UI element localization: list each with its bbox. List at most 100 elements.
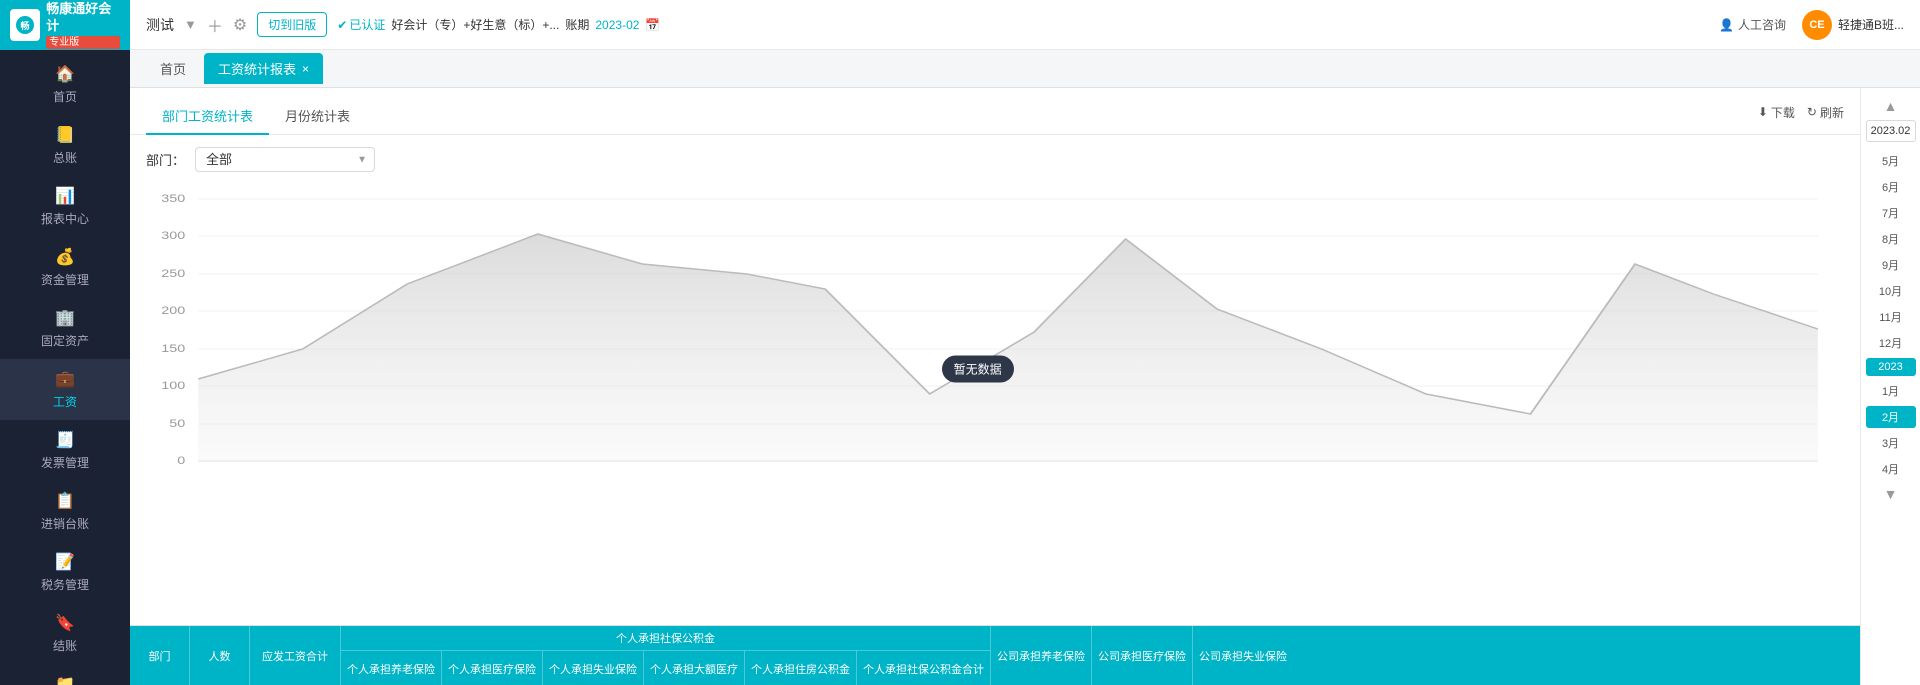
sidebar-label-tax: 税务管理: [41, 576, 89, 593]
svg-text:50: 50: [169, 417, 185, 430]
sidebar-item-settle[interactable]: 🔖 结账: [0, 603, 130, 664]
col-company-medical: 公司承担医疗保险: [1092, 626, 1193, 685]
month-2[interactable]: 2月: [1866, 406, 1916, 428]
month-4[interactable]: 4月: [1866, 458, 1916, 480]
chart-area: 350 300 250 200 150 100 50 0: [130, 184, 1860, 625]
month-12[interactable]: 12月: [1866, 332, 1916, 354]
sidebar-item-invoice[interactable]: 🧾 发票管理: [0, 420, 130, 481]
month-9[interactable]: 9月: [1866, 254, 1916, 276]
sidebar: 畅 畅康通好会计 专业版 🏠 首页 📒 总账 📊 报表中心 💰 资金管理 🏢 固…: [0, 0, 130, 685]
dept-select[interactable]: 全部: [195, 147, 375, 172]
sub-tab-month[interactable]: 月份统计表: [269, 98, 366, 135]
main-area: 测试 ▼ ＋ ⚙ 切到旧版 ✔ 已认证 好会计（专）+好生意（标）+... 账期…: [130, 0, 1920, 685]
ledger-icon: 📒: [55, 125, 75, 145]
sales-icon: 📋: [55, 491, 75, 511]
col-total-wage: 应发工资合计: [250, 626, 341, 685]
reports-icon: 📊: [55, 186, 75, 206]
home-icon: 🏠: [55, 64, 75, 84]
col-group-personal: 个人承担社保公积金 个人承担养老保险 个人承担医疗保险 个人承担失业保险 个人承…: [341, 626, 991, 685]
col-dept: 部门: [130, 626, 190, 685]
calendar-icon[interactable]: 📅: [645, 18, 660, 32]
col-personal-housing: 个人承担住房公积金: [745, 651, 857, 685]
content-area: 部门工资统计表 月份统计表 ⬇ 下载 ↻ 刷新 部门：: [130, 88, 1920, 685]
tab-salary[interactable]: 工资统计报表 ×: [204, 53, 323, 84]
user-avatar: CE: [1802, 10, 1832, 40]
sub-tabs-bar: 部门工资统计表 月份统计表 ⬇ 下载 ↻ 刷新: [130, 88, 1860, 135]
sidebar-item-assets[interactable]: 🏢 固定资产: [0, 298, 130, 359]
sidebar-label-home: 首页: [53, 88, 77, 105]
app-logo: 畅 畅康通好会计 专业版: [0, 0, 130, 50]
sidebar-label-sales: 进销台账: [41, 515, 89, 532]
sidebar-item-sales[interactable]: 📋 进销台账: [0, 481, 130, 542]
refresh-btn[interactable]: ↻ 刷新: [1807, 104, 1844, 121]
month-3[interactable]: 3月: [1866, 432, 1916, 454]
sidebar-item-archive[interactable]: 📁 归档管理: [0, 664, 130, 685]
switch-to-old-btn[interactable]: 切到旧版: [257, 12, 327, 37]
archive-icon: 📁: [55, 674, 75, 685]
table-header: 部门 人数 应发工资合计 个人承担社保公积金 个人承担养老保险 个人承担医疗保险…: [130, 626, 1860, 685]
tab-close-icon[interactable]: ×: [302, 62, 309, 76]
dept-select-wrapper: 全部: [195, 147, 375, 172]
topbar-add-icon[interactable]: ＋: [207, 13, 223, 37]
check-icon: ✔: [337, 18, 347, 32]
sub-tab-dept[interactable]: 部门工资统计表: [146, 98, 269, 135]
sidebar-item-home[interactable]: 🏠 首页: [0, 54, 130, 115]
month-11[interactable]: 11月: [1866, 306, 1916, 328]
tabbar: 首页 工资统计报表 ×: [130, 50, 1920, 88]
period-value: 2023-02: [595, 18, 639, 32]
dept-filter-label: 部门：: [146, 150, 185, 169]
col-personal-pension: 个人承担养老保险: [341, 651, 442, 685]
sidebar-item-salary[interactable]: 💼 工资: [0, 359, 130, 420]
month-6[interactable]: 6月: [1866, 176, 1916, 198]
col-personal-total: 个人承担社保公积金合计: [857, 651, 990, 685]
month-5[interactable]: 5月: [1866, 150, 1916, 172]
col-group-personal-title: 个人承担社保公积金: [341, 626, 990, 651]
topbar-gear-icon[interactable]: ⚙: [233, 15, 247, 35]
svg-text:350: 350: [161, 192, 185, 205]
settle-icon: 🔖: [55, 613, 75, 633]
year-label: 2023.02: [1866, 120, 1916, 142]
sidebar-label-reports: 报表中心: [41, 210, 89, 227]
col-personal-medical: 个人承担医疗保险: [442, 651, 543, 685]
svg-text:畅: 畅: [21, 20, 30, 31]
svg-text:300: 300: [161, 229, 185, 242]
invoice-icon: 🧾: [55, 430, 75, 450]
month-8[interactable]: 8月: [1866, 228, 1916, 250]
download-btn[interactable]: ⬇ 下载: [1758, 104, 1795, 121]
panel-up-btn[interactable]: ▲: [1882, 96, 1900, 116]
funds-icon: 💰: [55, 247, 75, 267]
col-company-unemployment: 公司承担失业保险: [1193, 626, 1293, 685]
logo-main-text: 畅康通好会计: [46, 1, 120, 35]
refresh-icon: ↻: [1807, 105, 1817, 119]
sidebar-label-settle: 结账: [53, 637, 77, 654]
month-1[interactable]: 1月: [1866, 380, 1916, 402]
svg-text:0: 0: [177, 454, 185, 467]
user-name[interactable]: 轻捷通B班...: [1838, 16, 1904, 33]
topbar-title: 测试: [146, 15, 174, 35]
right-panel: ▲ 2023.02 5月 6月 7月 8月 9月 10月 11月 12月 202…: [1860, 88, 1920, 685]
panel-down-btn[interactable]: ▼: [1882, 484, 1900, 504]
tab-home[interactable]: 首页: [146, 53, 200, 84]
month-7[interactable]: 7月: [1866, 202, 1916, 224]
logo-sub-text: 专业版: [46, 36, 120, 49]
topbar-right: 👤 人工咨询 CE 轻捷通B班...: [1719, 10, 1904, 40]
logo-icon: 畅: [10, 9, 40, 41]
sidebar-item-ledger[interactable]: 📒 总账: [0, 115, 130, 176]
topbar-dropdown-arrow[interactable]: ▼: [184, 17, 197, 32]
col-personal-major-medical: 个人承担大额医疗: [644, 651, 745, 685]
col-count: 人数: [190, 626, 250, 685]
sidebar-label-funds: 资金管理: [41, 271, 89, 288]
year-2023[interactable]: 2023: [1866, 358, 1916, 376]
month-10[interactable]: 10月: [1866, 280, 1916, 302]
assets-icon: 🏢: [55, 308, 75, 328]
svg-text:200: 200: [161, 304, 185, 317]
svg-text:100: 100: [161, 379, 185, 392]
topbar: 测试 ▼ ＋ ⚙ 切到旧版 ✔ 已认证 好会计（专）+好生意（标）+... 账期…: [130, 0, 1920, 50]
sidebar-item-funds[interactable]: 💰 资金管理: [0, 237, 130, 298]
sidebar-item-reports[interactable]: 📊 报表中心: [0, 176, 130, 237]
help-button[interactable]: 👤 人工咨询: [1719, 16, 1786, 33]
svg-text:150: 150: [161, 342, 185, 355]
col-company-pension: 公司承担养老保险: [991, 626, 1092, 685]
content-main: 部门工资统计表 月份统计表 ⬇ 下载 ↻ 刷新 部门：: [130, 88, 1860, 685]
sidebar-item-tax[interactable]: 📝 税务管理: [0, 542, 130, 603]
